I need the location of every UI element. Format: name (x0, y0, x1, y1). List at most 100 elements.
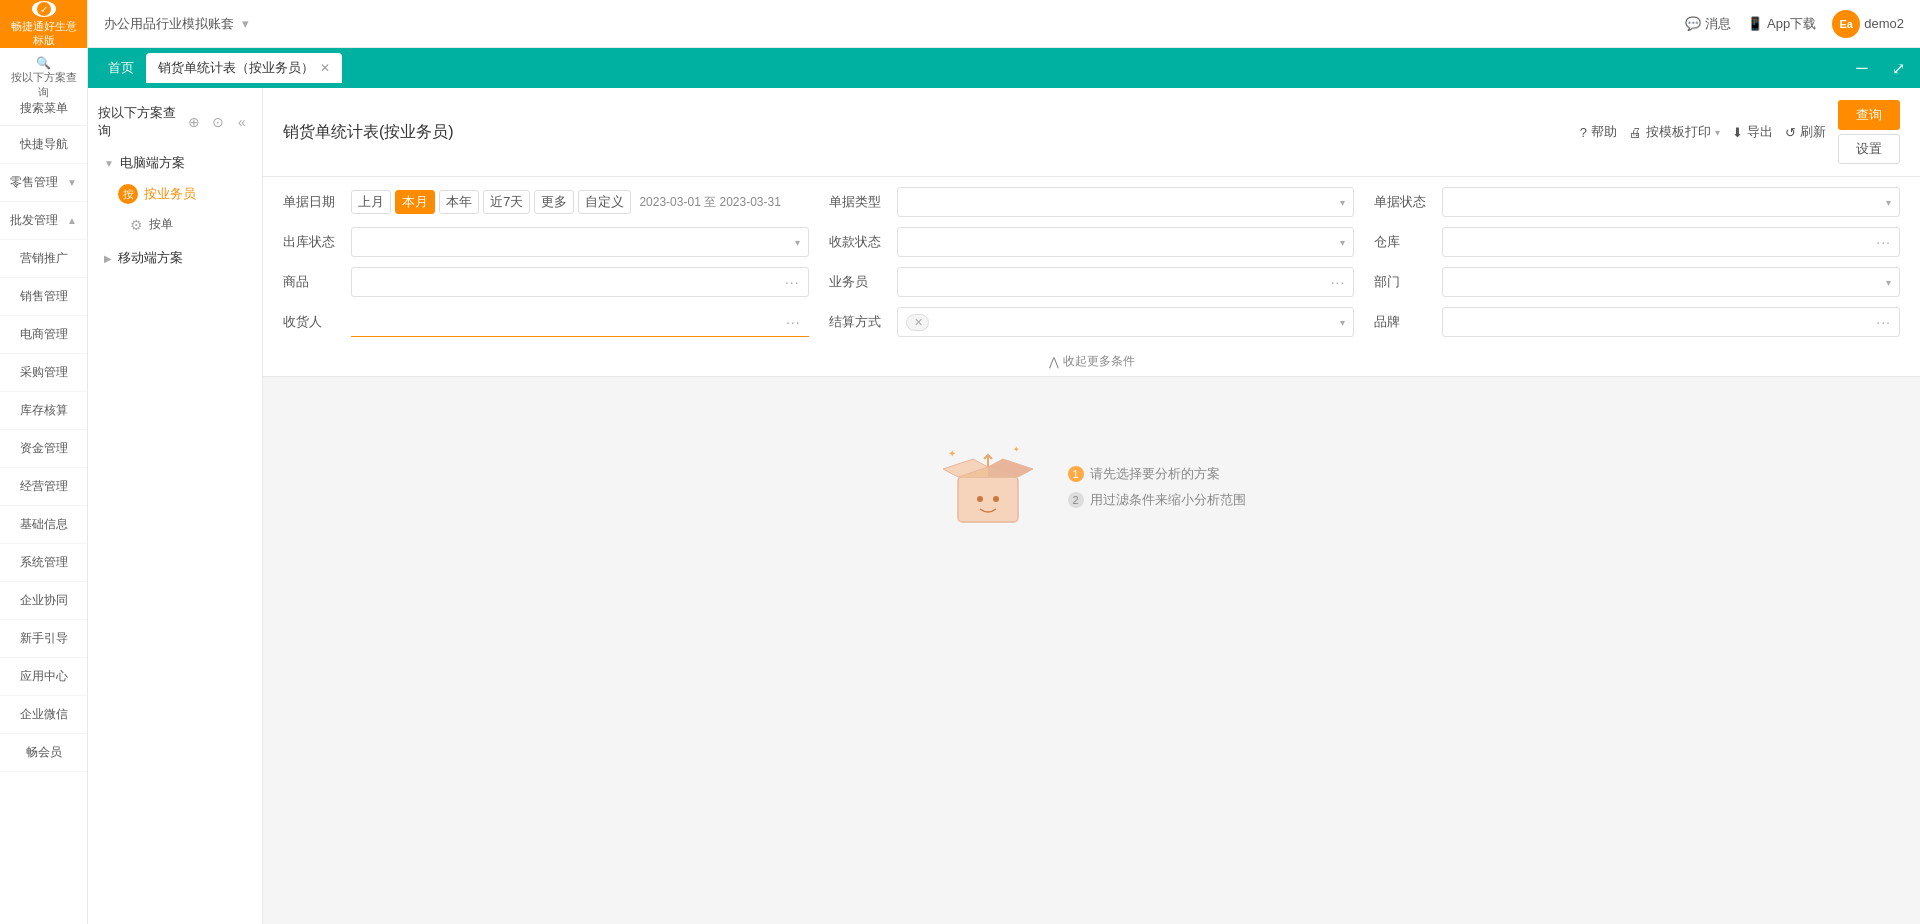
tree-desktop-label: 电脑端方案 (120, 154, 185, 172)
left-panel-header: 按以下方案查询 ⊕ ⊙ « (88, 98, 262, 146)
app-logo: ✓ 畅捷通好生意 标版 (0, 0, 87, 48)
panel-edit-btn[interactable]: ⊙ (208, 112, 228, 132)
help-btn[interactable]: ? 帮助 (1580, 123, 1617, 141)
date-btn-thismonth[interactable]: 本月 (395, 190, 435, 214)
search-icon: 🔍 (36, 56, 51, 70)
receiptstatus-select[interactable]: ▾ (897, 227, 1355, 257)
filter-receiptstatus: 收款状态 ▾ (829, 227, 1355, 257)
svg-text:✦: ✦ (948, 448, 956, 459)
finance-label: 资金管理 (20, 441, 68, 455)
sidebar-item-appcenter[interactable]: 应用中心 (0, 658, 87, 696)
sidebar: ✓ 畅捷通好生意 标版 🔍 按以下方案查询 搜索菜单 快捷导航 零售管理 ▼ 批… (0, 0, 88, 924)
user-avatar: Ea (1832, 10, 1860, 38)
department-label: 部门 (1374, 273, 1442, 291)
sidebar-item-purchase[interactable]: 采购管理 (0, 354, 87, 392)
doctype-select[interactable]: ▾ (897, 187, 1355, 217)
export-btn[interactable]: ⬇ 导出 (1732, 123, 1773, 141)
tree-grandchild-bydoc[interactable]: ⚙ 按单 (88, 210, 262, 239)
sidebar-item-wholesale[interactable]: 批发管理 ▲ (0, 202, 87, 240)
docstatus-dropdown-icon: ▾ (1886, 197, 1891, 208)
consignee-dots: ··· (786, 314, 801, 330)
filter-grid: 单据日期 上月 本月 本年 近7天 更多 自定义 2023-03-01 至 20… (283, 187, 1900, 347)
sidebar-item-marketing[interactable]: 营销推广 (0, 240, 87, 278)
department-select[interactable]: ▾ (1442, 267, 1900, 297)
date-btn-custom[interactable]: 自定义 (578, 190, 631, 214)
search-label: 按以下方案查询 (6, 70, 81, 100)
settlement-clear-icon[interactable]: ✕ (914, 316, 923, 329)
app-download-btn[interactable]: 📱 App下载 (1747, 15, 1816, 33)
collapse-icon: « (238, 114, 246, 130)
brand-dots: ··· (1876, 314, 1891, 330)
tree-section-desktop: ▼ 电脑端方案 按 按业务员 ⚙ 按单 (88, 146, 262, 241)
date-btn-more[interactable]: 更多 (534, 190, 574, 214)
tab-sales-stat[interactable]: 销货单统计表（按业务员） ✕ (146, 53, 342, 83)
tree-child-bystaff[interactable]: 按 按业务员 (88, 178, 262, 210)
top-bar-right: 💬 消息 📱 App下载 Ea demo2 (1685, 10, 1904, 38)
refresh-btn[interactable]: ↺ 刷新 (1785, 123, 1826, 141)
panel-actions: ⊕ ⊙ « (184, 112, 252, 132)
warehouse-select[interactable]: ··· (1442, 227, 1900, 257)
sidebar-search[interactable]: 🔍 按以下方案查询 搜索菜单 (0, 48, 87, 126)
sidebar-item-quicknav[interactable]: 快捷导航 (0, 126, 87, 164)
date-btn-thisyear[interactable]: 本年 (439, 190, 479, 214)
panel-collapse-btn[interactable]: « (232, 112, 252, 132)
date-btn-7days[interactable]: 近7天 (483, 190, 530, 214)
sidebar-item-wechat[interactable]: 企业微信 (0, 696, 87, 734)
setting-icon: ⚙ (130, 217, 143, 233)
message-btn[interactable]: 💬 消息 (1685, 15, 1731, 33)
page-title: 销货单统计表(按业务员) (283, 122, 454, 143)
bydoc-label: 按单 (149, 216, 173, 233)
outstatus-select[interactable]: ▾ (351, 227, 809, 257)
staff-select[interactable]: ··· (897, 267, 1355, 297)
tab-minimize-icon[interactable]: ─ (1848, 54, 1876, 82)
print-btn[interactable]: 🖨 按模板打印 ▾ (1629, 123, 1720, 141)
tab-home[interactable]: 首页 (96, 53, 146, 83)
sidebar-item-retail[interactable]: 零售管理 ▼ (0, 164, 87, 202)
member-label: 畅会员 (26, 745, 62, 759)
brand-label: 品牌 (1374, 313, 1442, 331)
tab-close-icon[interactable]: ✕ (320, 61, 330, 75)
tree-desktop-parent[interactable]: ▼ 电脑端方案 (88, 148, 262, 178)
sidebar-item-basics[interactable]: 基础信息 (0, 506, 87, 544)
wholesale-label: 批发管理 (10, 212, 58, 229)
collapse-btn[interactable]: ⋀ 收起更多条件 (1049, 353, 1135, 370)
sidebar-item-newuser[interactable]: 新手引导 (0, 620, 87, 658)
settlement-dropdown-icon: ▾ (1340, 317, 1345, 328)
sidebar-item-member[interactable]: 畅会员 (0, 734, 87, 772)
bystaff-label: 按业务员 (144, 185, 196, 203)
empty-tip-2: 2 用过滤条件来缩小分析范围 (1068, 491, 1246, 509)
docstatus-select[interactable]: ▾ (1442, 187, 1900, 217)
filter-brand: 品牌 ··· (1374, 307, 1900, 337)
export-icon: ⬇ (1732, 125, 1743, 140)
tree-section-mobile: ▶ 移动端方案 (88, 241, 262, 275)
sidebar-item-sales[interactable]: 销售管理 (0, 278, 87, 316)
empty-tips: 1 请先选择要分析的方案 2 用过滤条件来缩小分析范围 (1068, 465, 1246, 509)
settlement-select[interactable]: ✕ ▾ (897, 307, 1355, 337)
setting-button[interactable]: 设置 (1838, 134, 1900, 164)
goods-label: 商品 (283, 273, 351, 291)
panel-add-btn[interactable]: ⊕ (184, 112, 204, 132)
sidebar-item-enterprise[interactable]: 企业协同 (0, 582, 87, 620)
sidebar-item-system[interactable]: 系统管理 (0, 544, 87, 582)
tree-mobile-parent[interactable]: ▶ 移动端方案 (88, 243, 262, 273)
sidebar-item-operations[interactable]: 经营管理 (0, 468, 87, 506)
refresh-label: 刷新 (1800, 123, 1826, 141)
sidebar-item-ecommerce[interactable]: 电商管理 (0, 316, 87, 354)
system-label: 系统管理 (20, 555, 68, 569)
filter-warehouse: 仓库 ··· (1374, 227, 1900, 257)
goods-select[interactable]: ··· (351, 267, 809, 297)
tab-maximize-icon[interactable]: ⤢ (1884, 54, 1912, 82)
receiptstatus-dropdown-icon: ▾ (1340, 237, 1345, 248)
sidebar-item-finance[interactable]: 资金管理 (0, 430, 87, 468)
user-name: demo2 (1864, 16, 1904, 31)
date-btn-lastmonth[interactable]: 上月 (351, 190, 391, 214)
account-dropdown-icon[interactable]: ▾ (242, 16, 249, 31)
collapse-up-icon: ⋀ (1049, 355, 1059, 369)
help-label: 帮助 (1591, 123, 1617, 141)
brand-select[interactable]: ··· (1442, 307, 1900, 337)
consignee-input[interactable]: ··· (351, 307, 809, 337)
department-dropdown-icon: ▾ (1886, 277, 1891, 288)
query-button[interactable]: 查询 (1838, 100, 1900, 130)
sidebar-item-inventory[interactable]: 库存核算 (0, 392, 87, 430)
user-profile[interactable]: Ea demo2 (1832, 10, 1904, 38)
